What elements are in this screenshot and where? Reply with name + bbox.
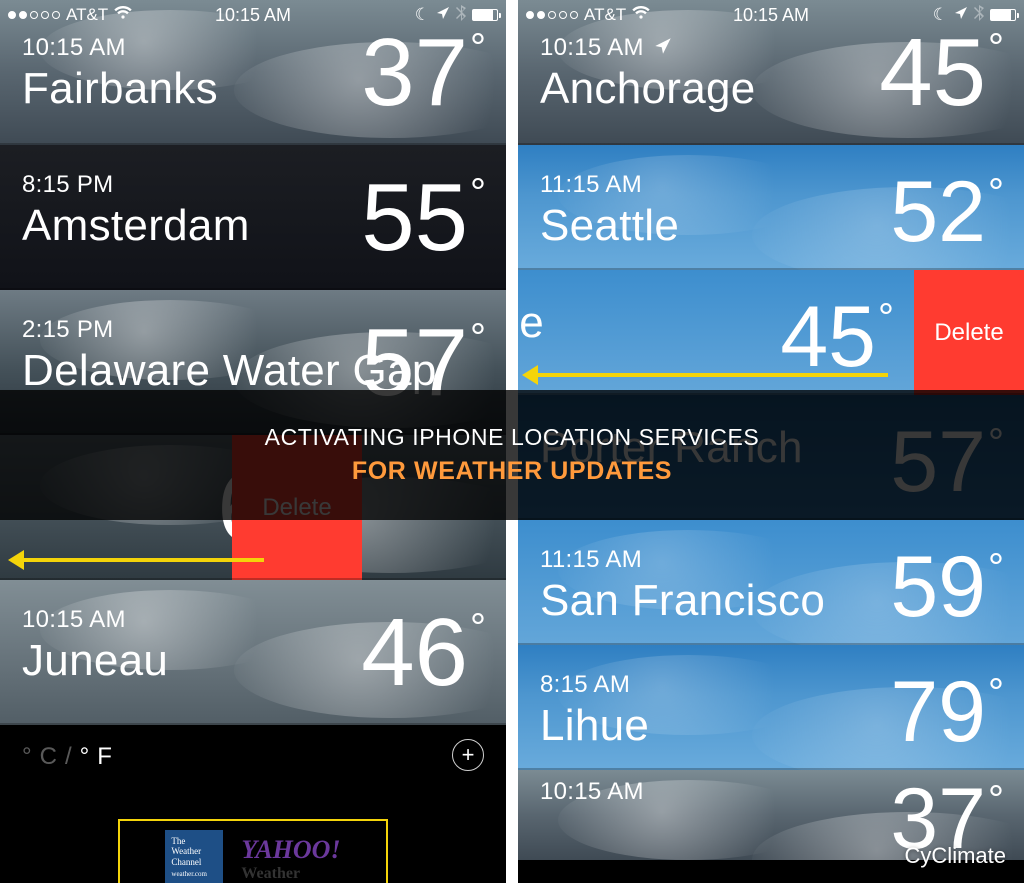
weather-row[interactable]: 8:15 PM Amsterdam 55° — [0, 145, 506, 290]
row-temp: 59° — [890, 538, 1002, 637]
article-title-overlay: ACTIVATING IPHONE LOCATION SERVICES FOR … — [0, 390, 1024, 520]
weather-channel-logo: The Weather Channel weather.com — [165, 830, 223, 883]
current-location-icon — [654, 34, 672, 62]
swipe-left-arrow-icon — [528, 373, 888, 377]
weather-row[interactable]: AT&T 10:15 AM ☾ 10:15 AM Fairbanks 37° — [0, 0, 506, 145]
weather-row[interactable]: 10:15 AM Juneau 46° — [0, 580, 506, 725]
row-temp: 55° — [361, 163, 484, 273]
weather-row[interactable]: 8:15 AM Lihue 79° — [518, 645, 1024, 770]
unit-toggle-c-f[interactable]: °C / °F — [22, 743, 484, 771]
weather-row[interactable]: 11:15 AM San Francisco 59° — [518, 520, 1024, 645]
weather-row[interactable]: AT&T 10:15 AM ☾ 10:15 AM — [518, 0, 1024, 145]
row-temp: 37° — [361, 18, 484, 128]
watermark-label: CyClimate — [905, 843, 1006, 869]
row-temp: 52° — [890, 163, 1002, 262]
row-temp: 46° — [361, 598, 484, 708]
plus-icon: + — [462, 742, 475, 768]
swipe-left-arrow-icon — [14, 558, 264, 562]
row-temp: 79° — [890, 663, 1002, 762]
overlay-title-line2: FOR WEATHER UPDATES — [352, 457, 672, 486]
weather-row-swiped[interactable]: orage 45° Delete — [518, 270, 1024, 395]
overlay-title-line1: ACTIVATING IPHONE LOCATION SERVICES — [265, 424, 760, 451]
yahoo-weather-logo: YAHOO! Weather — [241, 835, 340, 883]
weather-provider-attribution[interactable]: The Weather Channel weather.com YAHOO! W… — [118, 819, 388, 883]
add-city-button[interactable]: + — [452, 739, 484, 771]
delete-button[interactable]: Delete — [914, 270, 1024, 395]
weather-row[interactable]: 11:15 AM Seattle 52° — [518, 145, 1024, 270]
weather-list-footer: °C / °F + The Weather Channel weather.co… — [0, 725, 506, 883]
row-temp: 45° — [879, 18, 1002, 128]
